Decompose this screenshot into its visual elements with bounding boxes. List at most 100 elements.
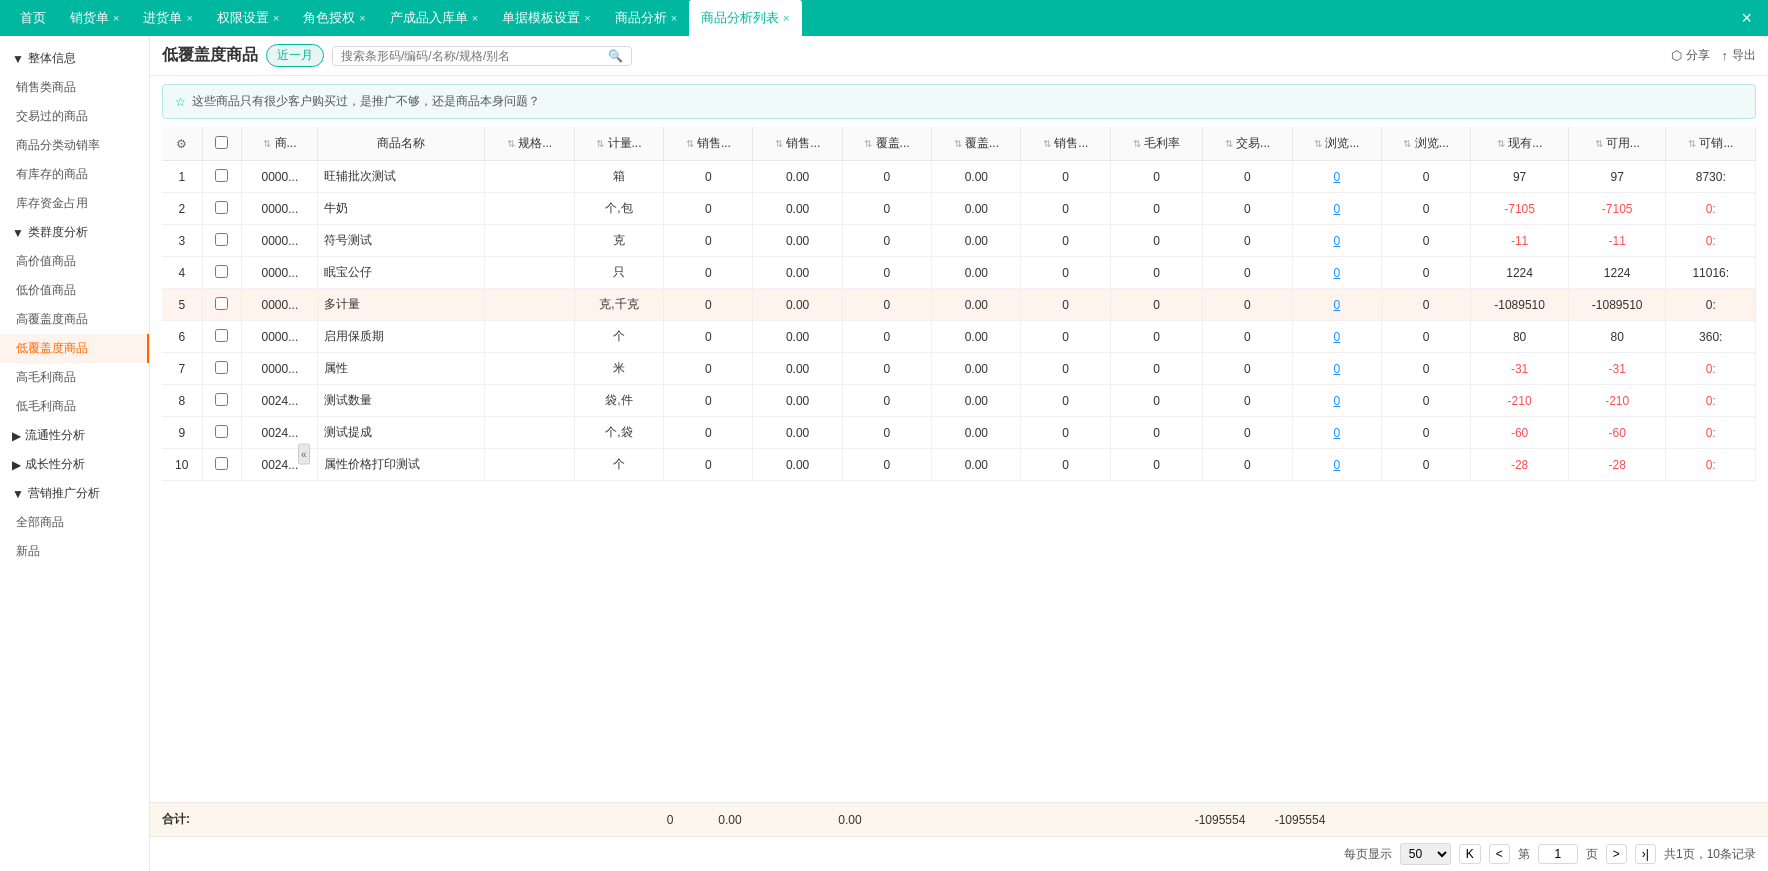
row-saleable: 0:: [1666, 193, 1756, 225]
row-checkbox[interactable]: [202, 417, 242, 449]
nav-tab-warehouse[interactable]: 产成品入库单 ×: [378, 0, 490, 36]
filter-period-btn[interactable]: 近一月: [266, 44, 324, 67]
col-header-sales1[interactable]: ⇅ 销售...: [664, 127, 753, 161]
close-sales-tab[interactable]: ×: [113, 0, 119, 36]
col-header-unit[interactable]: ⇅ 计量...: [574, 127, 663, 161]
row-checkbox[interactable]: [202, 225, 242, 257]
col-header-checkbox[interactable]: [202, 127, 242, 161]
row-checkbox[interactable]: [202, 193, 242, 225]
close-purchase-tab[interactable]: ×: [186, 0, 192, 36]
nav-tab-home[interactable]: 首页: [8, 0, 58, 36]
row-browse2: 0: [1381, 225, 1470, 257]
sidebar-item-high-value[interactable]: 高价值商品: [0, 247, 149, 276]
sidebar-item-all-goods[interactable]: 全部商品: [0, 508, 149, 537]
first-page-btn[interactable]: K: [1459, 844, 1481, 864]
nav-tab-purchase[interactable]: 进货单 ×: [131, 0, 204, 36]
row-checkbox[interactable]: [202, 289, 242, 321]
sidebar-item-high-margin[interactable]: 高毛利商品: [0, 363, 149, 392]
row-checkbox[interactable]: [202, 257, 242, 289]
row-name: 眠宝公仔: [318, 257, 485, 289]
row-browse1[interactable]: 0: [1292, 289, 1381, 321]
row-browse1[interactable]: 0: [1292, 225, 1381, 257]
row-name: 牛奶: [318, 193, 485, 225]
col-header-browse1[interactable]: ⇅ 浏览...: [1292, 127, 1381, 161]
sidebar-item-low-value[interactable]: 低价值商品: [0, 276, 149, 305]
row-coverage1: 0: [842, 449, 931, 481]
close-template-tab[interactable]: ×: [584, 0, 590, 36]
row-checkbox[interactable]: [202, 385, 242, 417]
row-checkbox[interactable]: [202, 353, 242, 385]
sidebar-item-category-rate[interactable]: 商品分类动销率: [0, 131, 149, 160]
sidebar-item-capital-occupy[interactable]: 库存资金占用: [0, 189, 149, 218]
sidebar-item-sales-goods[interactable]: 销售类商品: [0, 73, 149, 102]
col-header-browse2[interactable]: ⇅ 浏览...: [1381, 127, 1470, 161]
table-wrapper[interactable]: ⚙ ⇅ 商... 商品名称 ⇅: [150, 127, 1768, 802]
col-header-coverage1[interactable]: ⇅ 覆盖...: [842, 127, 931, 161]
row-browse1[interactable]: 0: [1292, 257, 1381, 289]
sum-current: -1095554: [1180, 813, 1260, 827]
nav-tab-sales[interactable]: 销货单 ×: [58, 0, 131, 36]
col-header-sales2[interactable]: ⇅ 销售...: [753, 127, 842, 161]
nav-tab-analysis-list[interactable]: 商品分析列表 ×: [689, 0, 801, 36]
col-header-name[interactable]: 商品名称: [318, 127, 485, 161]
content-area: « 低覆盖度商品 近一月 🔍 ⬡ 分享 ↑ 导出 ☆: [150, 36, 1768, 871]
sidebar-item-low-coverage[interactable]: 低覆盖度商品: [0, 334, 149, 363]
sidebar-group-growth[interactable]: ▶ 成长性分析: [0, 450, 149, 479]
row-browse1[interactable]: 0: [1292, 353, 1381, 385]
page-size-select[interactable]: 50 10 20 100: [1400, 843, 1451, 865]
row-checkbox[interactable]: [202, 449, 242, 481]
close-role-tab[interactable]: ×: [359, 0, 365, 36]
sidebar-item-new-goods[interactable]: 新品: [0, 537, 149, 566]
sidebar-group-circulation[interactable]: ▶ 流通性分析: [0, 421, 149, 450]
sidebar-group-cluster[interactable]: ▼ 类群度分析: [0, 218, 149, 247]
row-code: 0000...: [242, 257, 318, 289]
row-checkbox[interactable]: [202, 321, 242, 353]
nav-tab-role[interactable]: 角色授权 ×: [291, 0, 377, 36]
close-permission-tab[interactable]: ×: [273, 0, 279, 36]
col-header-gross-rate[interactable]: ⇅ 毛利率: [1110, 127, 1202, 161]
col-header-coverage2[interactable]: ⇅ 覆盖...: [932, 127, 1021, 161]
prev-page-btn[interactable]: <: [1489, 844, 1510, 864]
row-browse1[interactable]: 0: [1292, 321, 1381, 353]
row-sales2: 0.00: [753, 193, 842, 225]
col-header-saleable[interactable]: ⇅ 可销...: [1666, 127, 1756, 161]
column-settings-icon[interactable]: ⚙: [176, 137, 187, 151]
sidebar-item-low-margin[interactable]: 低毛利商品: [0, 392, 149, 421]
sidebar-toggle-btn[interactable]: «: [298, 443, 310, 464]
window-close-btn[interactable]: ×: [1733, 8, 1760, 29]
col-header-setting[interactable]: ⚙: [162, 127, 202, 161]
row-spec: [485, 353, 574, 385]
col-header-code[interactable]: ⇅ 商...: [242, 127, 318, 161]
close-analysis-tab[interactable]: ×: [671, 0, 677, 36]
close-warehouse-tab[interactable]: ×: [472, 0, 478, 36]
nav-tab-permission[interactable]: 权限设置 ×: [205, 0, 291, 36]
export-btn[interactable]: ↑ 导出: [1722, 47, 1757, 64]
sidebar-item-stocked-goods[interactable]: 有库存的商品: [0, 160, 149, 189]
row-browse1[interactable]: 0: [1292, 161, 1381, 193]
col-header-available[interactable]: ⇅ 可用...: [1568, 127, 1666, 161]
col-header-current[interactable]: ⇅ 现有...: [1471, 127, 1569, 161]
nav-tab-template[interactable]: 单据模板设置 ×: [490, 0, 602, 36]
row-checkbox[interactable]: [202, 161, 242, 193]
row-browse1[interactable]: 0: [1292, 193, 1381, 225]
close-analysis-list-tab[interactable]: ×: [783, 0, 789, 36]
sidebar-item-high-coverage[interactable]: 高覆盖度商品: [0, 305, 149, 334]
share-btn[interactable]: ⬡ 分享: [1671, 47, 1710, 64]
sidebar-group-marketing[interactable]: ▼ 营销推广分析: [0, 479, 149, 508]
row-browse2: 0: [1381, 161, 1470, 193]
next-page-btn[interactable]: >: [1606, 844, 1627, 864]
page-number-input[interactable]: [1538, 844, 1578, 864]
row-browse1[interactable]: 0: [1292, 385, 1381, 417]
row-browse1[interactable]: 0: [1292, 449, 1381, 481]
last-page-btn[interactable]: ›|: [1635, 844, 1656, 864]
select-all-checkbox[interactable]: [215, 136, 228, 149]
col-header-spec[interactable]: ⇅ 规格...: [485, 127, 574, 161]
sidebar-group-overall[interactable]: ▼ 整体信息: [0, 44, 149, 73]
search-input[interactable]: [341, 49, 604, 63]
nav-tab-analysis[interactable]: 商品分析 ×: [603, 0, 689, 36]
row-browse1[interactable]: 0: [1292, 417, 1381, 449]
search-icon[interactable]: 🔍: [608, 49, 623, 63]
col-header-sales3[interactable]: ⇅ 销售...: [1021, 127, 1110, 161]
sidebar-item-traded-goods[interactable]: 交易过的商品: [0, 102, 149, 131]
col-header-trade[interactable]: ⇅ 交易...: [1203, 127, 1292, 161]
